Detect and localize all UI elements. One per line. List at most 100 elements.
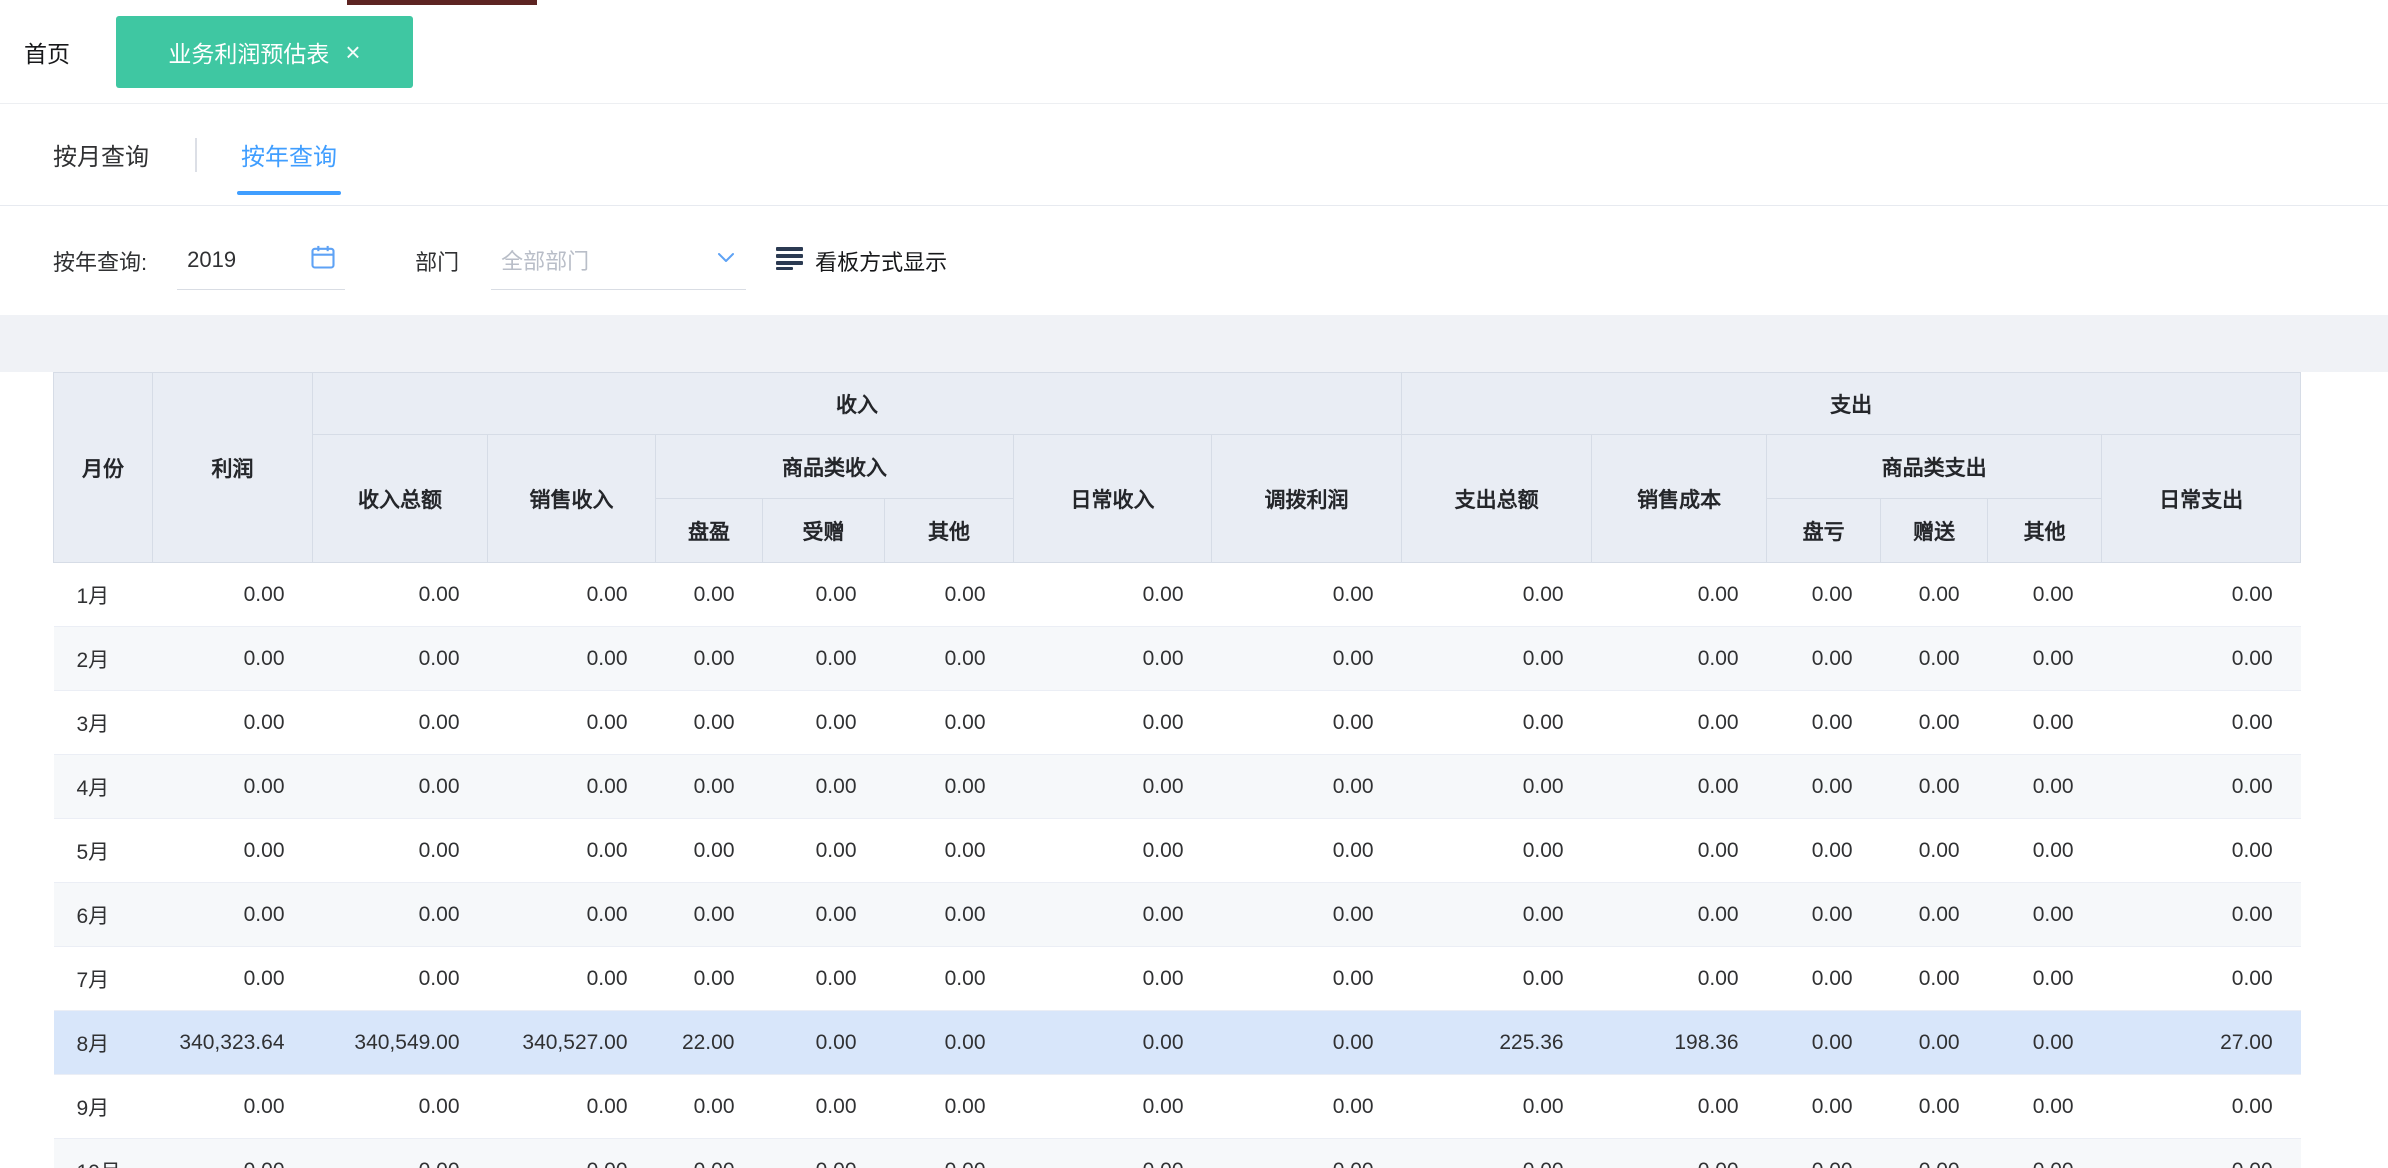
table-row[interactable]: 6月 0.00 0.00 0.00 0.00 0.00 0.00 0.00 0.00 0.00 0.… [53, 882, 2301, 947]
table-row[interactable]: 1月 0.00 0.00 0.00 0.00 0.00 0.00 0.00 0.00 0.00 0.… [53, 562, 2301, 627]
value-cell: 0.00 [1591, 754, 1767, 819]
header-goods-expense: 商品类支出 [1766, 434, 2103, 499]
value-cell: 0.00 [884, 1074, 1014, 1139]
header-expense-group: 支出 [1401, 372, 2302, 435]
value-cell: 0.00 [884, 1138, 1014, 1168]
tab-home[interactable]: 首页 [24, 35, 70, 69]
tab-query-by-year[interactable]: 按年查询 [237, 104, 341, 205]
value-cell: 0.00 [1211, 562, 1402, 627]
table-row[interactable]: 9月 0.00 0.00 0.00 0.00 0.00 0.00 0.00 0.00 0.00 0.… [53, 1074, 2301, 1139]
file-tab-bar: 首页 业务利润预估表 × [0, 0, 2388, 104]
year-input[interactable]: 2019 [177, 231, 346, 290]
value-cell: 0.00 [1401, 1074, 1592, 1139]
value-cell: 0.00 [1591, 882, 1767, 947]
value-cell: 0.00 [1987, 882, 2102, 947]
value-cell: 0.00 [762, 754, 885, 819]
table-row[interactable]: 7月 0.00 0.00 0.00 0.00 0.00 0.00 0.00 0.00 0.00 0.… [53, 946, 2301, 1011]
value-cell: 0.00 [1211, 946, 1402, 1011]
value-cell: 0.00 [1880, 1074, 1988, 1139]
table-row[interactable]: 10月0.000.000.000.000.000.000.000.000.000… [53, 1138, 2301, 1168]
value-cell: 0.00 [1401, 562, 1592, 627]
close-icon[interactable]: × [345, 39, 360, 65]
value-cell: 225.36 [1401, 1010, 1592, 1075]
value-cell: 0.00 [1401, 626, 1592, 691]
value-cell: 0.00 [152, 562, 313, 627]
header-daily-income: 日常收入 [1013, 434, 1212, 563]
header-goods-income: 商品类收入 [655, 434, 1014, 499]
value-cell: 0.00 [1987, 946, 2102, 1011]
header-month: 月份 [53, 372, 153, 563]
table-row[interactable]: 4月 0.00 0.00 0.00 0.00 0.00 0.00 0.00 0.00 0.00 0.… [53, 754, 2301, 819]
value-cell: 0.00 [1401, 946, 1592, 1011]
table-row[interactable]: 3月 0.00 0.00 0.00 0.00 0.00 0.00 0.00 0.00 0.00 0.… [53, 690, 2301, 755]
board-view-toggle[interactable]: 看板方式显示 [776, 245, 947, 277]
value-cell: 0.00 [655, 562, 763, 627]
value-cell: 0.00 [655, 754, 763, 819]
header-inventory-surplus: 盘盈 [655, 498, 763, 563]
top-edge-artifact [347, 0, 537, 5]
table-row[interactable]: 8月 340,323.64 340,549.00 340,527.00 22.00 0.0… [53, 1010, 2301, 1075]
value-cell: 0.00 [884, 946, 1014, 1011]
calendar-icon[interactable] [309, 243, 337, 277]
value-cell: 0.00 [1987, 626, 2102, 691]
value-cell: 0.00 [1880, 1138, 1988, 1168]
value-cell: 0.00 [1013, 1138, 1212, 1168]
value-cell: 0.00 [762, 946, 885, 1011]
value-cell: 0.00 [655, 1138, 763, 1168]
page: 首页 业务利润预估表 × 按月查询 按年查询 按年查询: 2019 部门 全部部… [0, 0, 2388, 1168]
tab-divider [195, 137, 197, 172]
header-transfer-profit: 调拨利润 [1210, 434, 1403, 563]
value-cell: 0.00 [2101, 882, 2301, 947]
value-cell: 0.00 [1401, 882, 1592, 947]
tab-business-profit-estimate[interactable]: 业务利润预估表 × [116, 15, 413, 88]
value-cell: 0.00 [312, 562, 488, 627]
value-cell: 0.00 [1880, 754, 1988, 819]
value-cell: 0.00 [1211, 1074, 1402, 1139]
value-cell: 27.00 [2101, 1010, 2301, 1075]
value-cell: 0.00 [1987, 818, 2102, 883]
value-cell: 340,527.00 [487, 1010, 656, 1075]
value-cell: 0.00 [312, 754, 488, 819]
value-cell: 0.00 [152, 946, 313, 1011]
tab-label: 业务利润预估表 [168, 40, 330, 67]
header-gift-given: 赠送 [1880, 498, 1989, 563]
value-cell: 0.00 [1591, 626, 1767, 691]
table-row[interactable]: 2月 0.00 0.00 0.00 0.00 0.00 0.00 0.00 0.00 0.00 0.… [53, 626, 2301, 691]
value-cell: 0.00 [487, 1074, 656, 1139]
value-cell: 0.00 [1591, 946, 1767, 1011]
value-cell: 0.00 [1211, 1138, 1402, 1168]
value-cell: 0.00 [1766, 690, 1881, 755]
table-row[interactable]: 5月 0.00 0.00 0.00 0.00 0.00 0.00 0.00 0.00 0.00 0.… [53, 818, 2301, 883]
value-cell: 0.00 [487, 818, 656, 883]
value-cell: 0.00 [1987, 754, 2102, 819]
month-cell: 1月 [53, 562, 153, 627]
value-cell: 0.00 [1766, 1138, 1881, 1168]
value-cell: 0.00 [884, 882, 1014, 947]
value-cell: 0.00 [1880, 690, 1988, 755]
department-select[interactable]: 全部部门 [491, 231, 747, 290]
value-cell: 0.00 [884, 818, 1014, 883]
value-cell: 0.00 [2101, 818, 2301, 883]
value-cell: 0.00 [1766, 818, 1881, 883]
value-cell: 0.00 [1766, 626, 1881, 691]
profit-table: 月份 利润 收入 支出 收入总额 销售收入 商品类收入 日常收入 调拨利润 支出… [53, 372, 2302, 1168]
header-daily-expense: 日常支出 [2101, 434, 2302, 563]
value-cell: 0.00 [1211, 818, 1402, 883]
tab-query-by-month[interactable]: 按月查询 [53, 104, 149, 205]
month-cell: 6月 [53, 882, 153, 947]
year-query-label: 按年查询: [53, 249, 148, 275]
value-cell: 0.00 [487, 562, 656, 627]
value-cell: 0.00 [152, 1074, 313, 1139]
value-cell: 0.00 [1591, 690, 1767, 755]
value-cell: 0.00 [884, 690, 1014, 755]
value-cell: 340,549.00 [312, 1010, 488, 1075]
value-cell: 0.00 [1987, 1138, 2102, 1168]
value-cell: 0.00 [2101, 1074, 2301, 1139]
value-cell: 0.00 [1880, 946, 1988, 1011]
value-cell: 0.00 [1987, 1010, 2102, 1075]
value-cell: 0.00 [312, 818, 488, 883]
value-cell: 0.00 [1766, 946, 1881, 1011]
profit-table-container: 月份 利润 收入 支出 收入总额 销售收入 商品类收入 日常收入 调拨利润 支出… [0, 372, 2388, 1168]
value-cell: 0.00 [312, 1074, 488, 1139]
value-cell: 0.00 [152, 882, 313, 947]
